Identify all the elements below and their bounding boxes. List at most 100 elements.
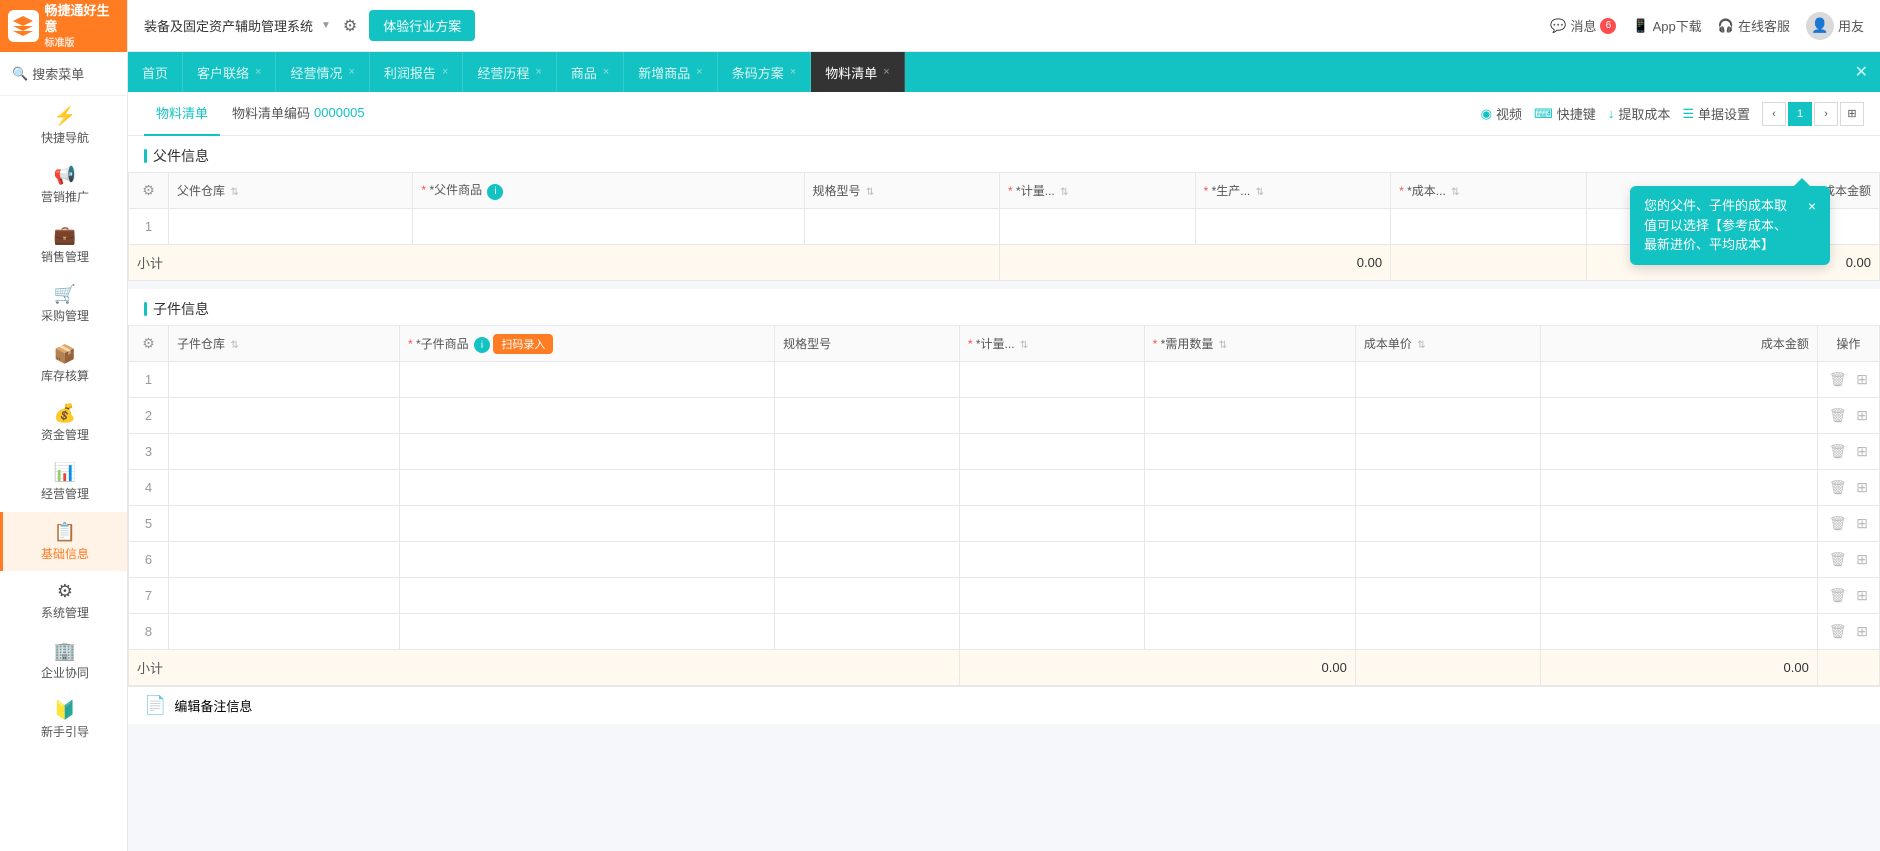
parent-row-1-product[interactable] [413,209,804,245]
sub-tab-bom-code[interactable]: 物料清单编码 0000005 [220,92,377,136]
tab-ops-close[interactable]: × [348,66,354,78]
shortcut-action[interactable]: ⌨ 快捷键 [1534,104,1596,123]
user-action[interactable]: 👤 用友 [1806,12,1864,40]
copy-icon-4[interactable]: ⊞ [1853,479,1871,495]
child-row-8-cost-amount[interactable] [1540,614,1817,650]
delete-icon-8[interactable]: 🗑 [1826,623,1850,639]
copy-icon-5[interactable]: ⊞ [1853,515,1871,531]
child-row-2-unit-cost[interactable] [1355,398,1540,434]
child-row-1-unit-cost[interactable] [1355,362,1540,398]
child-row-6-unit-cost[interactable] [1355,542,1540,578]
child-row-7-warehouse[interactable] [169,578,400,614]
child-row-8-product[interactable] [399,614,774,650]
child-row-2-unit[interactable] [959,398,1144,434]
child-row-1-warehouse[interactable] [169,362,400,398]
child-row-6-product[interactable] [399,542,774,578]
app-download-action[interactable]: 📱 App下载 [1632,16,1701,35]
child-row-2-warehouse[interactable] [169,398,400,434]
parent-row-1-cost[interactable] [1391,209,1587,245]
tab-customer-close[interactable]: × [255,66,261,78]
copy-icon-1[interactable]: ⊞ [1853,371,1871,387]
sidebar-item-basic-info[interactable]: 📋 基础信息 [0,512,127,571]
child-row-7-unit[interactable] [959,578,1144,614]
delete-icon-5[interactable]: 🗑 [1826,515,1850,531]
copy-icon-2[interactable]: ⊞ [1853,407,1871,423]
child-row-2-spec[interactable] [775,398,960,434]
system-dropdown-arrow[interactable]: ▼ [321,20,331,31]
sidebar-item-quick-nav[interactable]: ⚡ 快捷导航 [0,96,127,155]
parent-product-info-icon[interactable]: i [487,184,503,200]
tab-customer[interactable]: 客户联络 × [183,52,276,92]
child-row-4-unit[interactable] [959,470,1144,506]
child-row-6-qty[interactable] [1144,542,1355,578]
child-row-8-unit[interactable] [959,614,1144,650]
parent-row-1-spec[interactable] [804,209,1000,245]
child-row-1-product[interactable] [399,362,774,398]
child-row-3-cost-amount[interactable] [1540,434,1817,470]
child-row-3-product[interactable] [399,434,774,470]
video-action[interactable]: ◉ 视频 [1481,104,1522,123]
tab-history[interactable]: 经营历程 × [463,52,556,92]
copy-icon-8[interactable]: ⊞ [1853,623,1871,639]
sidebar-item-marketing[interactable]: 📢 营销推广 [0,155,127,214]
child-row-5-product[interactable] [399,506,774,542]
delete-icon-4[interactable]: 🗑 [1826,479,1850,495]
child-row-5-unit[interactable] [959,506,1144,542]
delete-icon-7[interactable]: 🗑 [1826,587,1850,603]
child-row-8-spec[interactable] [775,614,960,650]
child-row-6-spec[interactable] [775,542,960,578]
sidebar-item-system[interactable]: ⚙ 系统管理 [0,571,127,630]
child-settings-icon[interactable]: ⚙ [142,335,155,351]
tab-profit-close[interactable]: × [442,66,448,78]
child-row-5-unit-cost[interactable] [1355,506,1540,542]
parent-row-1-warehouse[interactable] [169,209,413,245]
child-product-info-icon[interactable]: i [474,337,490,353]
sidebar-item-enterprise[interactable]: 🏢 企业协同 [0,631,127,690]
parent-settings-icon[interactable]: ⚙ [142,182,155,198]
child-row-1-unit[interactable] [959,362,1144,398]
pager-prev-button[interactable]: ‹ [1762,102,1786,126]
single-setting-action[interactable]: ☰ 单据设置 [1682,104,1750,123]
child-row-8-warehouse[interactable] [169,614,400,650]
child-row-7-unit-cost[interactable] [1355,578,1540,614]
child-row-1-cost-amount[interactable] [1540,362,1817,398]
tab-profit[interactable]: 利润报告 × [370,52,463,92]
child-row-8-qty[interactable] [1144,614,1355,650]
scan-button[interactable]: 扫码录入 [493,334,553,354]
child-row-4-spec[interactable] [775,470,960,506]
copy-icon-3[interactable]: ⊞ [1853,443,1871,459]
child-row-1-spec[interactable] [775,362,960,398]
sidebar-item-sales[interactable]: 💼 销售管理 [0,215,127,274]
child-row-3-warehouse[interactable] [169,434,400,470]
delete-icon-2[interactable]: 🗑 [1826,407,1850,423]
delete-icon-1[interactable]: 🗑 [1826,371,1850,387]
trial-button[interactable]: 体验行业方案 [369,10,475,41]
delete-icon-6[interactable]: 🗑 [1826,551,1850,567]
tab-history-close[interactable]: × [535,66,541,78]
delete-icon-3[interactable]: 🗑 [1826,443,1850,459]
child-row-3-spec[interactable] [775,434,960,470]
tab-operations-status[interactable]: 经营情况 × [276,52,369,92]
child-row-4-qty[interactable] [1144,470,1355,506]
tab-new-goods-close[interactable]: × [696,66,702,78]
tab-new-goods[interactable]: 新增商品 × [624,52,717,92]
child-row-7-spec[interactable] [775,578,960,614]
child-row-4-unit-cost[interactable] [1355,470,1540,506]
child-row-7-product[interactable] [399,578,774,614]
child-row-2-product[interactable] [399,398,774,434]
child-row-2-cost-amount[interactable] [1540,398,1817,434]
sub-tab-bom-list[interactable]: 物料清单 [144,92,220,136]
child-row-3-unit[interactable] [959,434,1144,470]
tab-barcode-close[interactable]: × [790,66,796,78]
tab-goods-close[interactable]: × [603,66,609,78]
sidebar-item-guide[interactable]: 🔰 新手引导 [0,690,127,749]
child-row-3-unit-cost[interactable] [1355,434,1540,470]
cost-action[interactable]: ↓ 提取成本 [1608,104,1671,123]
tab-goods[interactable]: 商品 × [557,52,624,92]
pager-grid-button[interactable]: ⊞ [1840,102,1864,126]
child-row-7-qty[interactable] [1144,578,1355,614]
child-row-1-qty[interactable] [1144,362,1355,398]
tab-nav-close-button[interactable]: ✕ [1851,58,1872,86]
sidebar-search[interactable]: 🔍 搜索菜单 [0,52,127,96]
sidebar-item-operations[interactable]: 📊 经营管理 [0,452,127,511]
